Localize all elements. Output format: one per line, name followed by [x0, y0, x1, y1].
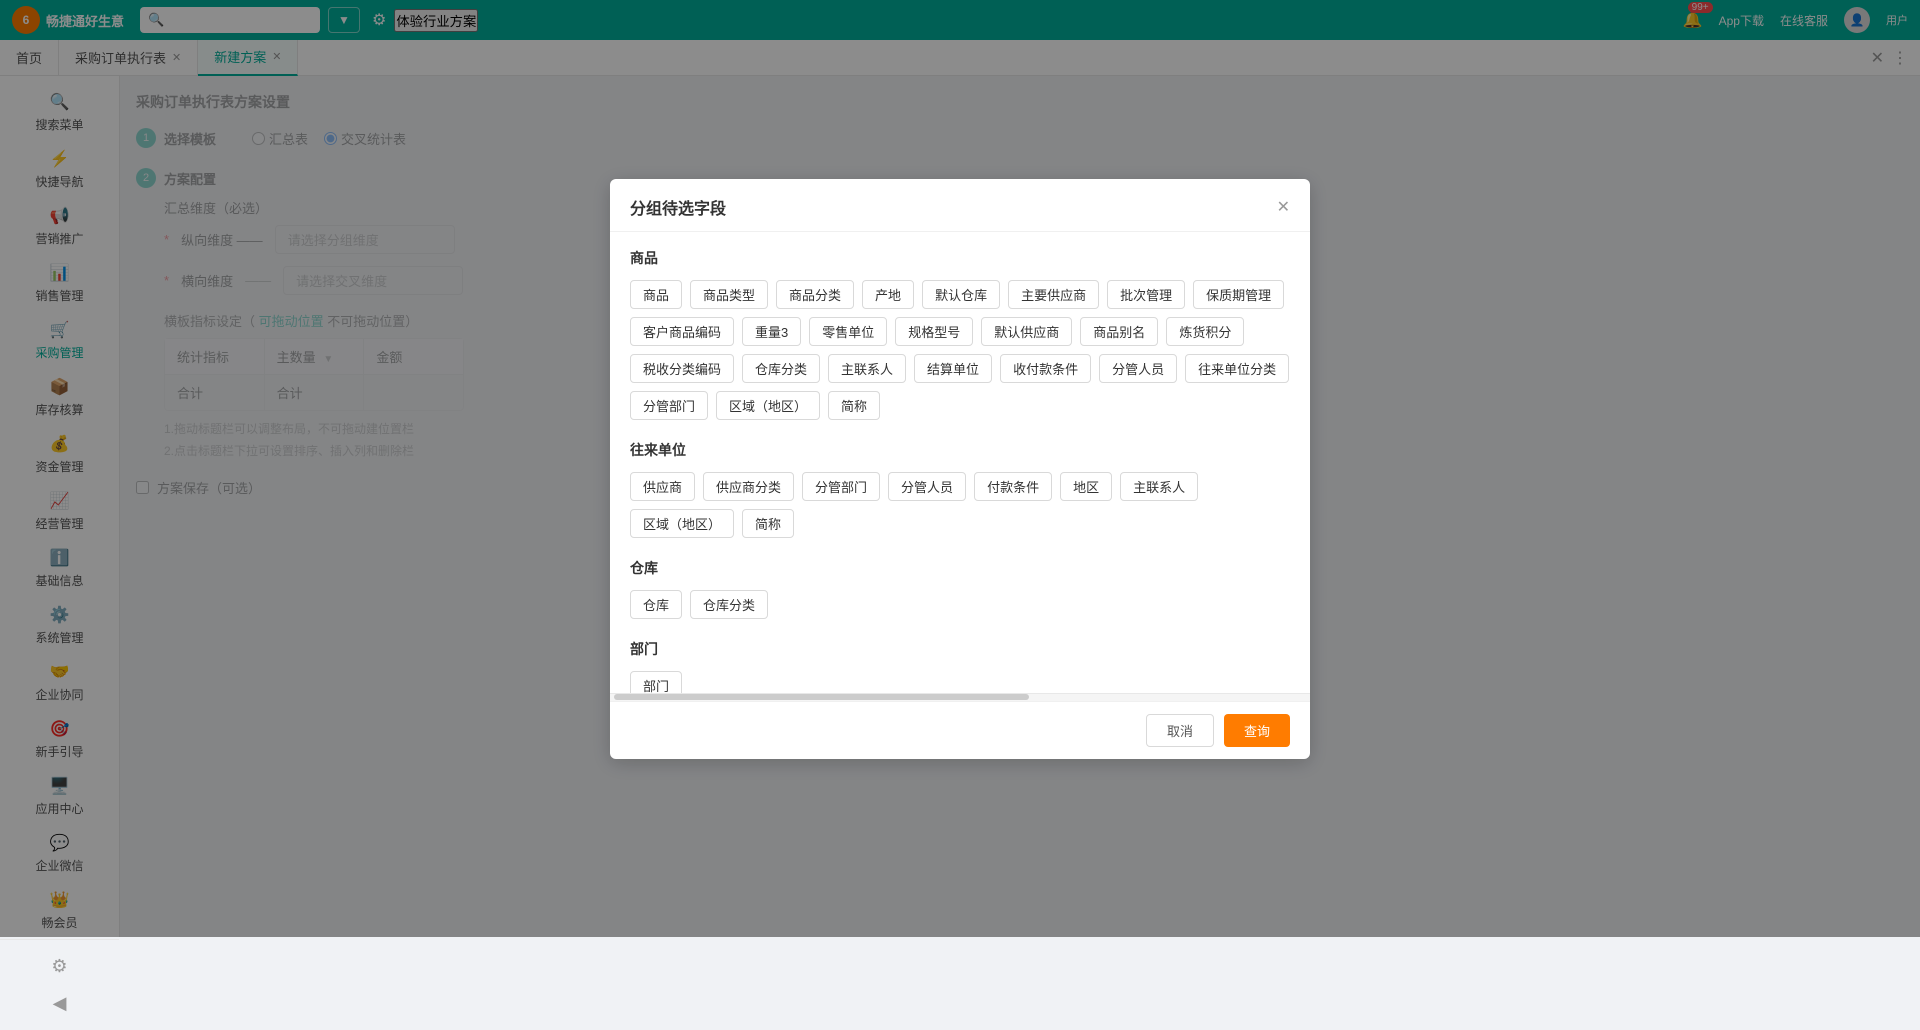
modal-title: 分组待选字段: [630, 195, 726, 219]
modal-header: 分组待选字段 ✕: [610, 179, 1310, 232]
field-tag[interactable]: 供应商: [630, 472, 695, 501]
modal-body[interactable]: 商品 商品 商品类型 商品分类 产地 默认仓库 主要供应商 批次管理 保质期管理…: [610, 232, 1310, 693]
field-section-title-dept: 部门: [630, 639, 1290, 659]
modal-confirm-btn[interactable]: 查询: [1224, 714, 1290, 747]
field-tag[interactable]: 分管人员: [888, 472, 966, 501]
field-tag[interactable]: 商品: [630, 280, 682, 309]
sidebar-settings-btn[interactable]: ⚙: [0, 948, 119, 985]
field-tag[interactable]: 收付款条件: [1000, 354, 1091, 383]
field-tag[interactable]: 分管部门: [802, 472, 880, 501]
field-tag[interactable]: 零售单位: [809, 317, 887, 346]
field-tag[interactable]: 分管人员: [1099, 354, 1177, 383]
field-section-title-partner: 往来单位: [630, 440, 1290, 460]
field-section-partner: 往来单位 供应商 供应商分类 分管部门 分管人员 付款条件 地区 主联系人 区域…: [630, 440, 1290, 538]
modal-cancel-btn[interactable]: 取消: [1146, 714, 1214, 747]
field-tags-warehouse: 仓库 仓库分类: [630, 590, 1290, 619]
field-tag[interactable]: 部门: [630, 671, 682, 693]
field-section-title-product: 商品: [630, 248, 1290, 268]
modal: 分组待选字段 ✕ 商品 商品 商品类型 商品分类 产地 默认仓库 主要供应商 批…: [610, 179, 1310, 759]
field-tag[interactable]: 仓库分类: [690, 590, 768, 619]
field-tag[interactable]: 仓库: [630, 590, 682, 619]
field-tag[interactable]: 税收分类编码: [630, 354, 734, 383]
field-tag[interactable]: 规格型号: [895, 317, 973, 346]
field-section-title-warehouse: 仓库: [630, 558, 1290, 578]
field-tag[interactable]: 分管部门: [630, 391, 708, 420]
field-tag[interactable]: 供应商分类: [703, 472, 794, 501]
field-tag[interactable]: 默认供应商: [981, 317, 1072, 346]
field-tag[interactable]: 商品类型: [690, 280, 768, 309]
field-tag[interactable]: 区域（地区）: [716, 391, 820, 420]
field-tag[interactable]: 简称: [828, 391, 880, 420]
modal-footer: 取消 查询: [610, 701, 1310, 759]
field-tag[interactable]: 主联系人: [828, 354, 906, 383]
field-tag[interactable]: 付款条件: [974, 472, 1052, 501]
field-tag[interactable]: 保质期管理: [1193, 280, 1284, 309]
modal-hscroll-bar: [614, 694, 1029, 700]
field-section-product: 商品 商品 商品类型 商品分类 产地 默认仓库 主要供应商 批次管理 保质期管理…: [630, 248, 1290, 420]
field-tag[interactable]: 默认仓库: [922, 280, 1000, 309]
field-tag[interactable]: 批次管理: [1107, 280, 1185, 309]
field-tag[interactable]: 结算单位: [914, 354, 992, 383]
field-tag[interactable]: 商品分类: [776, 280, 854, 309]
field-section-dept: 部门 部门: [630, 639, 1290, 693]
field-tag[interactable]: 仓库分类: [742, 354, 820, 383]
field-tags-partner: 供应商 供应商分类 分管部门 分管人员 付款条件 地区 主联系人 区域（地区） …: [630, 472, 1290, 538]
field-section-warehouse: 仓库 仓库 仓库分类: [630, 558, 1290, 619]
field-tag[interactable]: 区域（地区）: [630, 509, 734, 538]
field-tag[interactable]: 往来单位分类: [1185, 354, 1289, 383]
field-tags-product: 商品 商品类型 商品分类 产地 默认仓库 主要供应商 批次管理 保质期管理 客户…: [630, 280, 1290, 420]
field-tag[interactable]: 客户商品编码: [630, 317, 734, 346]
sidebar-bottom: ⚙ ◀: [0, 939, 119, 1030]
field-tag[interactable]: 主联系人: [1120, 472, 1198, 501]
modal-close-btn[interactable]: ✕: [1277, 197, 1290, 217]
field-tags-dept: 部门: [630, 671, 1290, 693]
field-tag[interactable]: 炼货积分: [1166, 317, 1244, 346]
field-tag[interactable]: 地区: [1060, 472, 1112, 501]
field-tag[interactable]: 主要供应商: [1008, 280, 1099, 309]
modal-overlay: 分组待选字段 ✕ 商品 商品 商品类型 商品分类 产地 默认仓库 主要供应商 批…: [0, 0, 1920, 937]
field-tag[interactable]: 重量3: [742, 317, 801, 346]
field-tag[interactable]: 简称: [742, 509, 794, 538]
sidebar-collapse-btn[interactable]: ◀: [0, 985, 119, 1022]
field-tag[interactable]: 商品别名: [1080, 317, 1158, 346]
field-tag[interactable]: 产地: [862, 280, 914, 309]
modal-hscroll[interactable]: [610, 693, 1310, 701]
